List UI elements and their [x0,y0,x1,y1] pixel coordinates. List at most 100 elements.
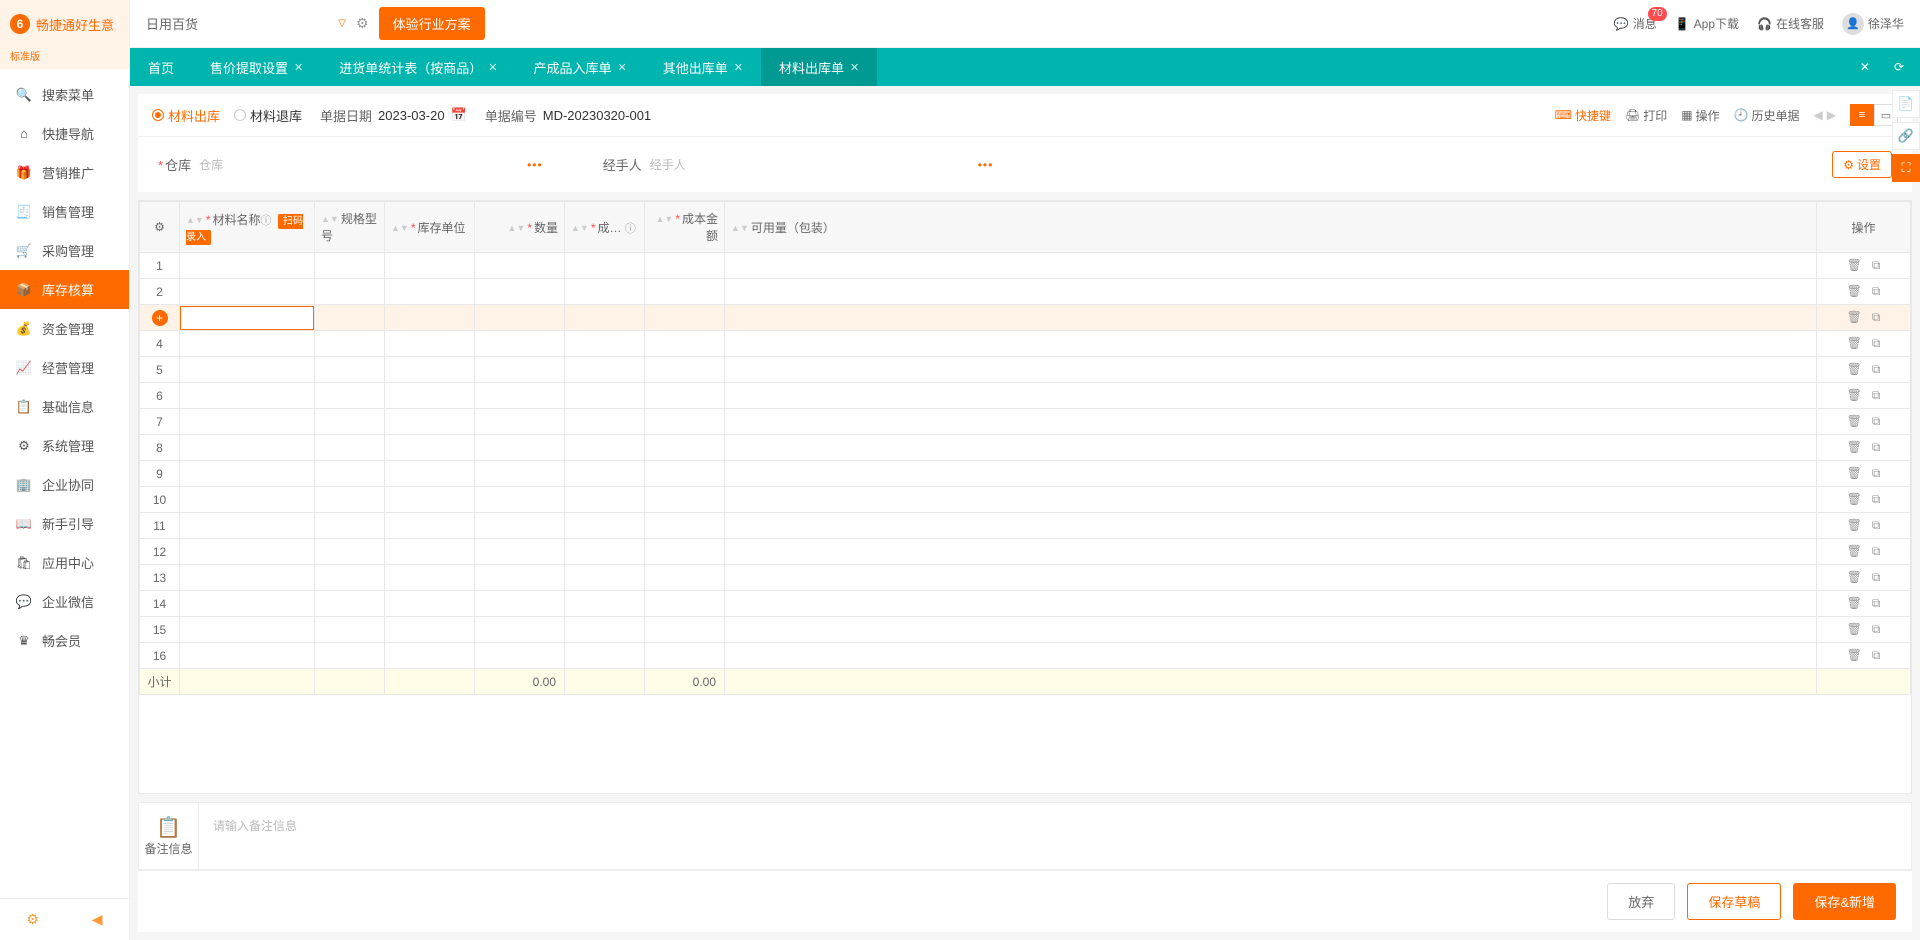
col-amount[interactable]: ▲▼*成本金额 [645,202,725,253]
row-delete-icon[interactable]: 🗑 [1847,648,1862,663]
row-copy-icon[interactable]: ⧉ [1872,544,1881,559]
row-copy-icon[interactable]: ⧉ [1872,622,1881,637]
radio-material-out[interactable]: 材料出库 [152,106,220,125]
trial-button[interactable]: 体验行业方案 [379,7,485,40]
row-copy-icon[interactable]: ⧉ [1872,388,1881,403]
table-row[interactable]: 9🗑⧉ [140,461,1911,487]
nav-item-8[interactable]: 📋基础信息 [0,387,129,426]
collapse-icon[interactable]: ◀ [92,911,103,928]
table-row[interactable]: 7🗑⧉ [140,409,1911,435]
row-delete-icon[interactable]: 🗑 [1847,336,1862,351]
row-copy-icon[interactable]: ⧉ [1872,466,1881,481]
row-copy-icon[interactable]: ⧉ [1872,336,1881,351]
row-copy-icon[interactable]: ⧉ [1872,284,1881,299]
online-service-button[interactable]: 🎧 在线客服 [1757,15,1824,32]
add-row-button[interactable]: + [152,310,168,326]
row-copy-icon[interactable]: ⧉ [1872,258,1881,273]
table-row[interactable]: 2🗑⧉ [140,279,1911,305]
row-delete-icon[interactable]: 🗑 [1847,414,1862,429]
tab-1[interactable]: 售价提取设置✕ [192,48,321,86]
tab-4[interactable]: 其他出库单✕ [645,48,761,86]
row-delete-icon[interactable]: 🗑 [1847,466,1862,481]
col-available[interactable]: ▲▼可用量（包装） [725,202,1817,253]
radio-material-back[interactable]: 材料退库 [234,106,302,125]
table-row[interactable]: 14🗑⧉ [140,591,1911,617]
table-row[interactable]: 8🗑⧉ [140,435,1911,461]
category-select[interactable]: 日用百货 ▽ [146,10,346,38]
nav-item-14[interactable]: ♛畅会员 [0,621,129,660]
row-delete-icon[interactable]: 🗑 [1847,570,1862,585]
history-button[interactable]: 🕘历史单据 [1734,107,1800,124]
remark-input[interactable] [199,803,1911,861]
gutter-note[interactable]: 📄 [1892,90,1920,118]
view-list[interactable]: ≡ [1850,104,1874,126]
calendar-icon[interactable]: 📅 [451,107,467,123]
discard-button[interactable]: 放弃 [1607,883,1675,920]
row-delete-icon[interactable]: 🗑 [1847,310,1862,325]
nav-item-6[interactable]: 💰资金管理 [0,309,129,348]
table-row[interactable]: 10🗑⧉ [140,487,1911,513]
table-row[interactable]: 15🗑⧉ [140,617,1911,643]
table-row[interactable]: 6🗑⧉ [140,383,1911,409]
table-row[interactable]: 13🗑⧉ [140,565,1911,591]
tab-close-current[interactable]: ✕ [1852,56,1878,78]
row-copy-icon[interactable]: ⧉ [1872,492,1881,507]
nav-item-2[interactable]: 🎁营销推广 [0,153,129,192]
tab-close-icon[interactable]: ✕ [618,61,627,74]
handler-lookup[interactable]: ••• [978,158,994,172]
nav-item-9[interactable]: ⚙系统管理 [0,426,129,465]
row-copy-icon[interactable]: ⧉ [1872,518,1881,533]
row-delete-icon[interactable]: 🗑 [1847,284,1862,299]
remark-tab[interactable]: 📋 备注信息 [139,803,199,869]
table-row[interactable]: 5🗑⧉ [140,357,1911,383]
row-delete-icon[interactable]: 🗑 [1847,388,1862,403]
print-button[interactable]: 🖨打印 [1625,107,1667,124]
nav-item-0[interactable]: 🔍搜索菜单 [0,75,129,114]
row-copy-icon[interactable]: ⧉ [1872,648,1881,663]
table-row[interactable]: +🗑⧉ [140,305,1911,331]
table-row[interactable]: 11🗑⧉ [140,513,1911,539]
nav-item-1[interactable]: ⌂快捷导航 [0,114,129,153]
nav-item-10[interactable]: 🏢企业协同 [0,465,129,504]
material-name-input[interactable] [180,306,314,330]
row-delete-icon[interactable]: 🗑 [1847,492,1862,507]
col-cost[interactable]: ▲▼*成… ⓘ [565,202,645,253]
gear-icon[interactable]: ⚙ [356,15,369,32]
tab-2[interactable]: 进货单统计表（按商品）✕ [321,48,515,86]
tab-refresh[interactable]: ⟳ [1886,56,1912,78]
operation-button[interactable]: ▦操作 [1681,107,1719,124]
table-row[interactable]: 1🗑⧉ [140,253,1911,279]
col-unit[interactable]: ▲▼*库存单位 [385,202,475,253]
tab-close-icon[interactable]: ✕ [850,61,859,74]
tab-0[interactable]: 首页 [130,48,192,86]
tab-close-icon[interactable]: ✕ [488,61,497,74]
nav-item-5[interactable]: 📦库存核算 [0,270,129,309]
row-delete-icon[interactable]: 🗑 [1847,596,1862,611]
user-menu[interactable]: 👤 徐泽华 [1842,13,1904,35]
col-spec[interactable]: ▲▼规格型号 [315,202,385,253]
shortcut-button[interactable]: ⌨快捷键 [1555,107,1611,124]
handler-input[interactable] [650,152,970,178]
row-delete-icon[interactable]: 🗑 [1847,518,1862,533]
nav-item-11[interactable]: 📖新手引导 [0,504,129,543]
messages-button[interactable]: 💬 消息 70 [1614,15,1657,32]
nav-item-3[interactable]: 🧾销售管理 [0,192,129,231]
gutter-link[interactable]: 🔗 [1892,122,1920,150]
col-config[interactable]: ⚙ [140,202,180,253]
table-row[interactable]: 16🗑⧉ [140,643,1911,669]
nav-item-4[interactable]: 🛒采购管理 [0,231,129,270]
prev-record[interactable]: ◀ [1814,108,1823,122]
row-delete-icon[interactable]: 🗑 [1847,440,1862,455]
tab-5[interactable]: 材料出库单✕ [761,48,877,86]
app-download-button[interactable]: 📱 App下载 [1675,15,1739,32]
row-delete-icon[interactable]: 🗑 [1847,544,1862,559]
table-row[interactable]: 4🗑⧉ [140,331,1911,357]
nav-item-13[interactable]: 💬企业微信 [0,582,129,621]
warehouse-lookup[interactable]: ••• [527,158,543,172]
row-copy-icon[interactable]: ⧉ [1872,596,1881,611]
warehouse-input[interactable] [199,152,519,178]
save-new-button[interactable]: 保存&新增 [1793,883,1896,920]
settings-icon[interactable]: ⚙ [26,911,39,928]
row-copy-icon[interactable]: ⧉ [1872,570,1881,585]
next-record[interactable]: ▶ [1827,108,1836,122]
